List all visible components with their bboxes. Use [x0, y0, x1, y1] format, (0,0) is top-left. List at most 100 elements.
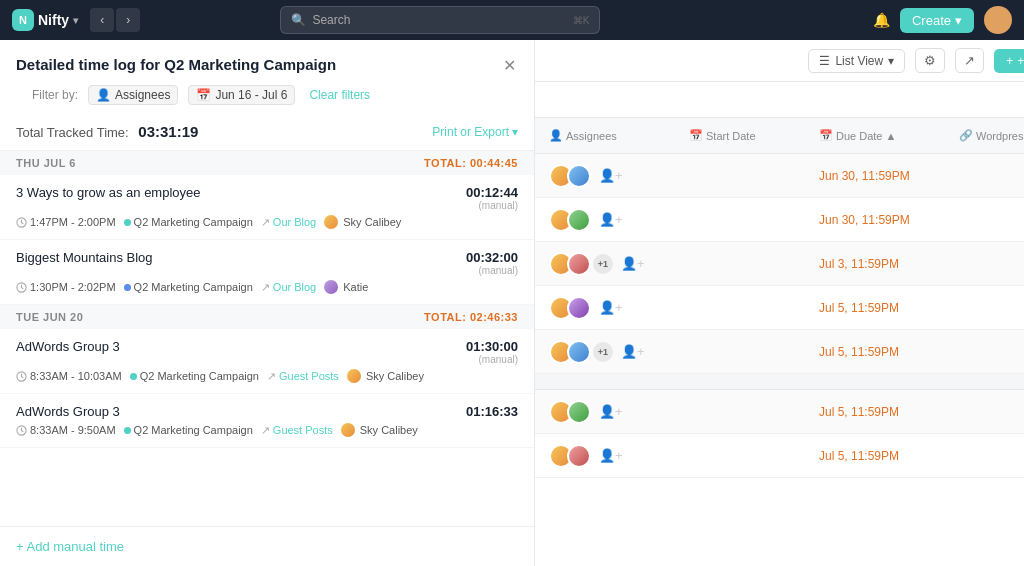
assignees-col-label: Assignees	[566, 130, 617, 142]
project-dot	[124, 284, 131, 291]
logo-icon: N	[12, 9, 34, 31]
date-range-filter[interactable]: 📅 Jun 16 - Jul 6	[188, 85, 295, 105]
col-wordpress-url-header: 🔗 Wordpress URL	[959, 129, 1024, 142]
assignee-chip: Sky Calibey	[324, 215, 401, 229]
cell-due-date: Jul 5, 11:59PM	[819, 301, 959, 315]
cell-assignees: +1 👤+	[549, 252, 689, 276]
table-row: +1 👤+ Jul 3, 11:59PM	[535, 242, 1024, 286]
clock-icon	[16, 282, 27, 293]
entry-name: Biggest Mountains Blog	[16, 250, 153, 265]
app-logo[interactable]: N Nifty ▾	[12, 9, 78, 31]
right-panel: ☰ List View ▾ ⚙ ↗ + + Add Task/Status/Li…	[535, 40, 1024, 566]
avatar-group: +1	[549, 252, 613, 276]
link-icon: ↗	[267, 370, 276, 383]
project-dot	[130, 373, 137, 380]
add-assignee-button[interactable]: 👤+	[621, 256, 645, 271]
assignees-filter-icon: 👤	[96, 88, 111, 102]
link-icon: ↗	[261, 281, 270, 294]
cell-due-date: Jul 3, 11:59PM	[819, 257, 959, 271]
table-row: 👤+ Jun 30, 11:59PM	[535, 198, 1024, 242]
add-manual-time-button[interactable]: + Add manual time	[0, 526, 534, 566]
list-view-button[interactable]: ☰ List View ▾	[808, 49, 905, 73]
add-task-label: + Add Task/Status/List	[1017, 54, 1024, 68]
total-tracked-label: Total Tracked Time:	[16, 125, 129, 140]
add-assignee-button[interactable]: 👤+	[621, 344, 645, 359]
create-button[interactable]: Create ▾	[900, 8, 974, 33]
avatar-group	[549, 400, 591, 424]
create-chevron-icon: ▾	[955, 13, 962, 28]
assignee-avatar	[347, 369, 361, 383]
avatar-plus: +1	[593, 254, 613, 274]
user-avatar[interactable]	[984, 6, 1012, 34]
entry-time: 00:12:44	[466, 185, 518, 200]
bell-icon[interactable]: 🔔	[873, 12, 890, 28]
add-assignee-button[interactable]: 👤+	[599, 212, 623, 227]
share-button[interactable]: ↗	[955, 48, 984, 73]
log-entry-top: Biggest Mountains Blog 00:32:00 (manual)	[16, 250, 518, 276]
date-range-label: Jun 16 - Jul 6	[215, 88, 287, 102]
log-entry-top: AdWords Group 3 01:16:33	[16, 404, 518, 419]
nav-right: 🔔 Create ▾	[873, 6, 1012, 34]
time-range: 1:30PM - 2:02PM	[16, 281, 116, 293]
table-body: 👤+ Jun 30, 11:59PM 👤+ Jun 30, 11:59PM +1…	[535, 154, 1024, 566]
nav-arrows: ‹ ›	[90, 8, 140, 32]
print-export-button[interactable]: Print or Export ▾	[432, 125, 518, 139]
avatar	[567, 252, 591, 276]
link-label: Our Blog	[273, 216, 316, 228]
top-nav: N Nifty ▾ ‹ › 🔍 Search ⌘K 🔔 Create ▾	[0, 0, 1024, 40]
project-chip: Q2 Marketing Campaign	[130, 370, 259, 382]
total-tracked-left: Total Tracked Time: 03:31:19	[16, 123, 198, 140]
add-task-icon: +	[1006, 54, 1013, 68]
assignee-chip: Sky Calibey	[341, 423, 418, 437]
table-row: 👤+ Jul 5, 11:59PM	[535, 390, 1024, 434]
log-entry-meta: 1:30PM - 2:02PM Q2 Marketing Campaign ↗ …	[16, 280, 518, 294]
list-view-chevron-icon: ▾	[888, 54, 894, 68]
day-label: THU JUL 6	[16, 157, 76, 169]
entry-manual: (manual)	[466, 265, 518, 276]
add-assignee-button[interactable]: 👤+	[599, 448, 623, 463]
log-entry-top: 3 Ways to grow as an employee 00:12:44 (…	[16, 185, 518, 211]
time-log-content: THU JUL 6 TOTAL: 00:44:45 3 Ways to grow …	[0, 151, 534, 526]
clear-filters-button[interactable]: Clear filters	[309, 88, 370, 102]
cell-assignees: 👤+	[549, 444, 689, 468]
add-assignee-button[interactable]: 👤+	[599, 300, 623, 315]
avatar-plus: +1	[593, 342, 613, 362]
log-entry: Biggest Mountains Blog 00:32:00 (manual)…	[0, 240, 534, 305]
due-date-label: Due Date	[836, 130, 882, 142]
settings-button[interactable]: ⚙	[915, 48, 945, 73]
add-assignee-button[interactable]: 👤+	[599, 404, 623, 419]
link-chip: ↗ Guest Posts	[267, 370, 339, 383]
assignees-filter[interactable]: 👤 Assignees	[88, 85, 178, 105]
table-row: 👤+ Jul 5, 11:59PM	[535, 434, 1024, 478]
day-header: THU JUL 6 TOTAL: 00:44:45	[0, 151, 534, 175]
link-label: Our Blog	[273, 281, 316, 293]
col-due-date-header[interactable]: 📅 Due Date ▲	[819, 129, 959, 142]
table-header: 👤 Assignees 📅 Start Date 📅 Due Date ▲ 🔗 …	[535, 118, 1024, 154]
avatar	[567, 444, 591, 468]
entry-name: 3 Ways to grow as an employee	[16, 185, 201, 200]
entry-manual: (manual)	[466, 354, 518, 365]
cell-due-date: Jul 5, 11:59PM	[819, 405, 959, 419]
nav-back-button[interactable]: ‹	[90, 8, 114, 32]
start-date-label: Start Date	[706, 130, 756, 142]
add-task-button[interactable]: + + Add Task/Status/List	[994, 49, 1024, 73]
time-log-modal: Detailed time log for Q2 Marketing Campa…	[0, 40, 535, 566]
search-bar[interactable]: 🔍 Search ⌘K	[280, 6, 600, 34]
time-range: 8:33AM - 10:03AM	[16, 370, 122, 382]
total-tracked-time: 03:31:19	[138, 123, 198, 140]
log-entry: AdWords Group 3 01:30:00 (manual) 8:33AM…	[0, 329, 534, 394]
cell-assignees: 👤+	[549, 400, 689, 424]
add-assignee-button[interactable]: 👤+	[599, 168, 623, 183]
project-chip: Q2 Marketing Campaign	[124, 216, 253, 228]
nav-forward-button[interactable]: ›	[116, 8, 140, 32]
day-total: TOTAL: 02:46:33	[424, 311, 518, 323]
entry-name: AdWords Group 3	[16, 339, 120, 354]
link-chip: ↗ Our Blog	[261, 216, 316, 229]
avatar	[567, 400, 591, 424]
table-row: +1👤+ Jul 5, 11:59PM	[535, 330, 1024, 374]
entry-time-block: 01:16:33	[466, 404, 518, 419]
link-chip: ↗ Our Blog	[261, 281, 316, 294]
day-total: TOTAL: 00:44:45	[424, 157, 518, 169]
create-label: Create	[912, 13, 951, 28]
close-button[interactable]: ✕	[498, 54, 520, 76]
